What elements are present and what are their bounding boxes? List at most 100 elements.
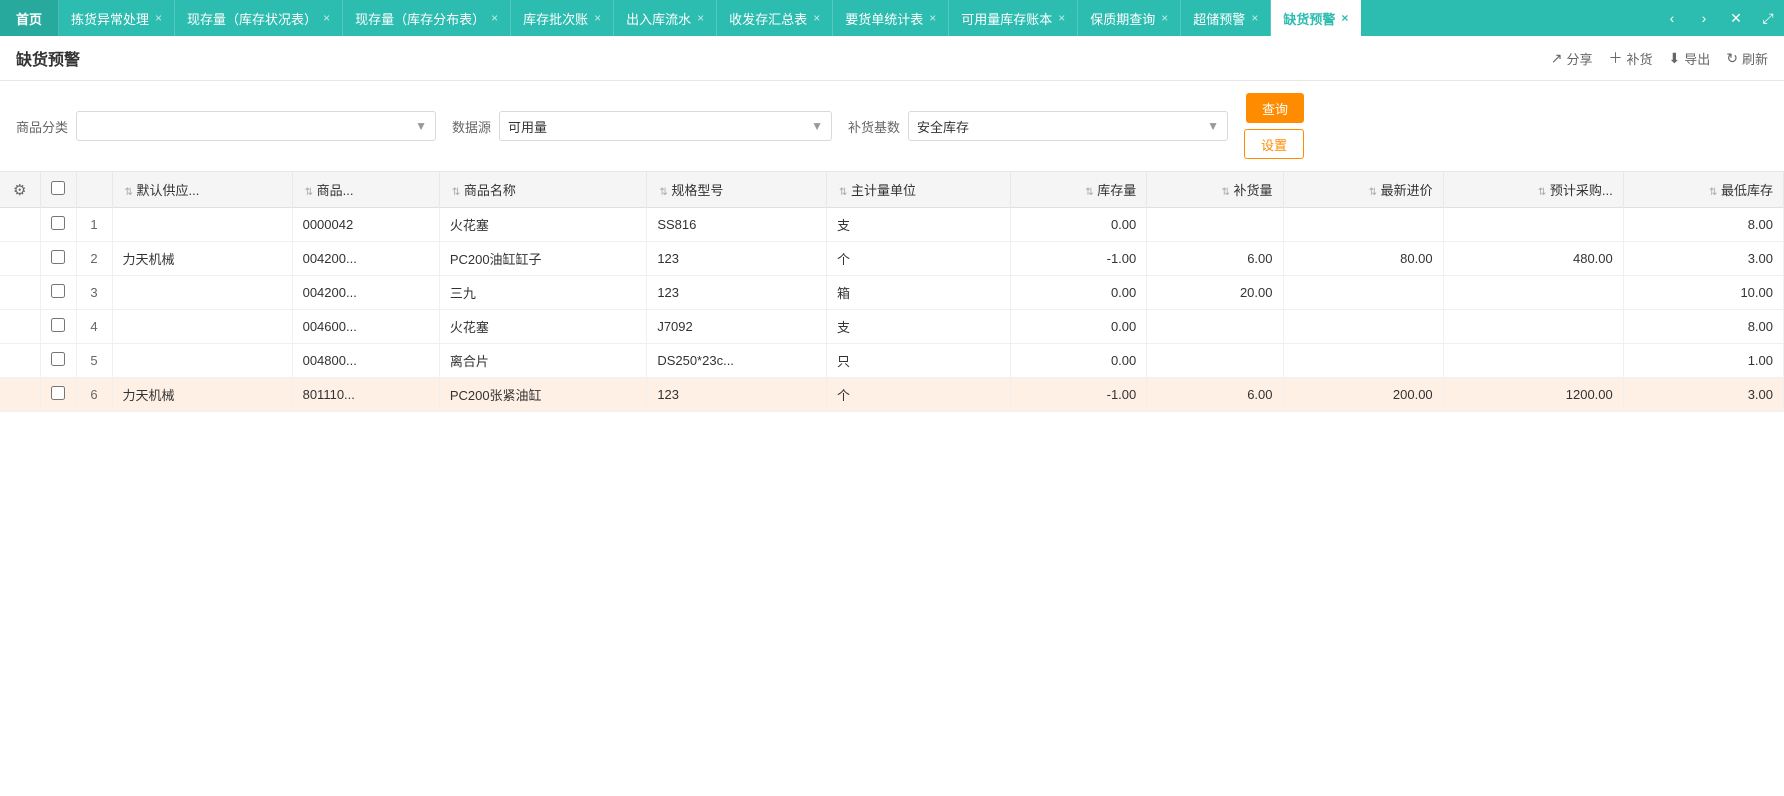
replenish-icon: ＋ [1608, 48, 1622, 68]
row-code: 801110... [292, 378, 439, 412]
nav-expand-button[interactable]: ⤢ [1752, 0, 1784, 36]
row-checkbox[interactable] [51, 318, 65, 332]
table-row: 5 004800... 离合片 DS250*23c... 只 0.00 1.00 [0, 344, 1784, 378]
replenish-button[interactable]: ＋ 补货 [1608, 48, 1652, 68]
header-actions: ↗ 分享 ＋ 补货 ⬇ 导出 ↻ 刷新 [1551, 48, 1768, 68]
row-name: 离合片 [439, 344, 647, 378]
row-num: 1 [76, 208, 112, 242]
row-min-stock: 3.00 [1623, 242, 1783, 276]
table-settings-gear-icon[interactable]: ⚙ [13, 182, 26, 199]
row-replenish: 6.00 [1147, 242, 1283, 276]
nav-tab-1[interactable]: 拣货异常处理 × [59, 0, 175, 36]
row-num: 5 [76, 344, 112, 378]
row-est-purchase [1443, 276, 1623, 310]
page-header: 缺货预警 ↗ 分享 ＋ 补货 ⬇ 导出 ↻ 刷新 [0, 36, 1784, 81]
nav-tab-6[interactable]: 收发存汇总表 × [717, 0, 833, 36]
close-tab-1-icon[interactable]: × [155, 11, 162, 25]
close-tab-3-icon[interactable]: × [491, 11, 498, 25]
row-checkbox[interactable] [51, 216, 65, 230]
row-replenish [1147, 208, 1283, 242]
row-unit: 支 [826, 208, 1010, 242]
datasource-select[interactable]: 可用量 ▼ [499, 111, 832, 141]
row-checkbox[interactable] [51, 352, 65, 366]
sort-min-stock-icon: ⇅ [1709, 187, 1717, 198]
row-unit: 个 [826, 378, 1010, 412]
nav-tab-4[interactable]: 库存批次账 × [511, 0, 614, 36]
replenish-select[interactable]: 安全库存 ▼ [908, 111, 1228, 141]
row-checkbox-cell [40, 208, 76, 242]
col-header-code: ⇅ 商品... [292, 172, 439, 208]
row-supplier: 力天机械 [112, 242, 292, 276]
sort-replenish-icon: ⇅ [1221, 187, 1229, 198]
export-button[interactable]: ⬇ 导出 [1669, 49, 1711, 68]
select-all-checkbox[interactable] [51, 181, 65, 195]
row-num: 4 [76, 310, 112, 344]
close-tab-4-icon[interactable]: × [594, 11, 601, 25]
nav-tab-2[interactable]: 现存量（库存状况表） × [175, 0, 343, 36]
nav-tab-5[interactable]: 出入库流水 × [614, 0, 717, 36]
row-min-stock: 1.00 [1623, 344, 1783, 378]
close-tab-9-icon[interactable]: × [1161, 11, 1168, 25]
close-tab-10-icon[interactable]: × [1251, 11, 1258, 25]
close-tab-7-icon[interactable]: × [929, 11, 936, 25]
col-header-checkbox [40, 172, 76, 208]
col-header-name: ⇅ 商品名称 [439, 172, 647, 208]
row-checkbox[interactable] [51, 250, 65, 264]
nav-tab-9[interactable]: 保质期查询 × [1078, 0, 1181, 36]
row-spec: 123 [647, 378, 827, 412]
close-tab-5-icon[interactable]: × [697, 11, 704, 25]
row-code: 004200... [292, 276, 439, 310]
row-latest-price [1283, 276, 1443, 310]
row-latest-price [1283, 344, 1443, 378]
datasource-filter-group: 数据源 可用量 ▼ [452, 111, 832, 141]
nav-tab-8[interactable]: 可用量库存账本 × [949, 0, 1078, 36]
nav-close-button[interactable]: ✕ [1720, 0, 1752, 36]
row-num: 3 [76, 276, 112, 310]
filter-bar: 商品分类 ▼ 数据源 可用量 ▼ 补货基数 安全库存 ▼ 查询 设置 [0, 81, 1784, 172]
nav-tab-11[interactable]: 缺货预警 × [1271, 0, 1361, 36]
replenish-label: 补货基数 [848, 117, 900, 136]
replenish-dropdown-arrow-icon: ▼ [1207, 119, 1219, 133]
col-header-replenish: ⇅ 补货量 [1147, 172, 1283, 208]
close-tab-8-icon[interactable]: × [1058, 11, 1065, 25]
nav-tab-7[interactable]: 要货单统计表 × [833, 0, 949, 36]
col-header-latest-price: ⇅ 最新进价 [1283, 172, 1443, 208]
refresh-button[interactable]: ↻ 刷新 [1726, 49, 1768, 68]
category-filter-group: 商品分类 ▼ [16, 111, 436, 141]
share-button[interactable]: ↗ 分享 [1551, 49, 1593, 68]
row-stock: 0.00 [1011, 276, 1147, 310]
close-tab-6-icon[interactable]: × [813, 11, 820, 25]
data-table: ⚙ ⇅ 默认供应... ⇅ 商品... ⇅ [0, 172, 1784, 412]
row-est-purchase [1443, 310, 1623, 344]
refresh-icon: ↻ [1726, 50, 1738, 67]
row-checkbox[interactable] [51, 284, 65, 298]
category-select[interactable]: ▼ [76, 111, 436, 141]
settings-button[interactable]: 设置 [1244, 129, 1304, 159]
sort-latest-price-icon: ⇅ [1369, 187, 1377, 198]
nav-next-button[interactable]: › [1688, 0, 1720, 36]
row-latest-price: 80.00 [1283, 242, 1443, 276]
col-header-supplier: ⇅ 默认供应... [112, 172, 292, 208]
row-code: 0000042 [292, 208, 439, 242]
row-name: 三九 [439, 276, 647, 310]
sort-est-purchase-icon: ⇅ [1538, 187, 1546, 198]
row-est-purchase [1443, 208, 1623, 242]
row-replenish: 6.00 [1147, 378, 1283, 412]
row-settings-cell [0, 276, 40, 310]
row-stock: 0.00 [1011, 310, 1147, 344]
datasource-value: 可用量 [508, 117, 547, 136]
row-settings-cell [0, 378, 40, 412]
close-tab-2-icon[interactable]: × [323, 11, 330, 25]
table-body: 1 0000042 火花塞 SS816 支 0.00 8.00 2 力天机械 0… [0, 208, 1784, 412]
close-tab-11-icon[interactable]: × [1341, 11, 1348, 25]
row-checkbox[interactable] [51, 386, 65, 400]
row-checkbox-cell [40, 276, 76, 310]
nav-tab-10[interactable]: 超储预警 × [1181, 0, 1271, 36]
nav-prev-button[interactable]: ‹ [1656, 0, 1688, 36]
query-button[interactable]: 查询 [1246, 93, 1304, 123]
nav-tab-3[interactable]: 现存量（库存分布表） × [343, 0, 511, 36]
category-label: 商品分类 [16, 117, 68, 136]
row-spec: 123 [647, 276, 827, 310]
nav-tab-home[interactable]: 首页 [0, 0, 59, 36]
row-min-stock: 10.00 [1623, 276, 1783, 310]
